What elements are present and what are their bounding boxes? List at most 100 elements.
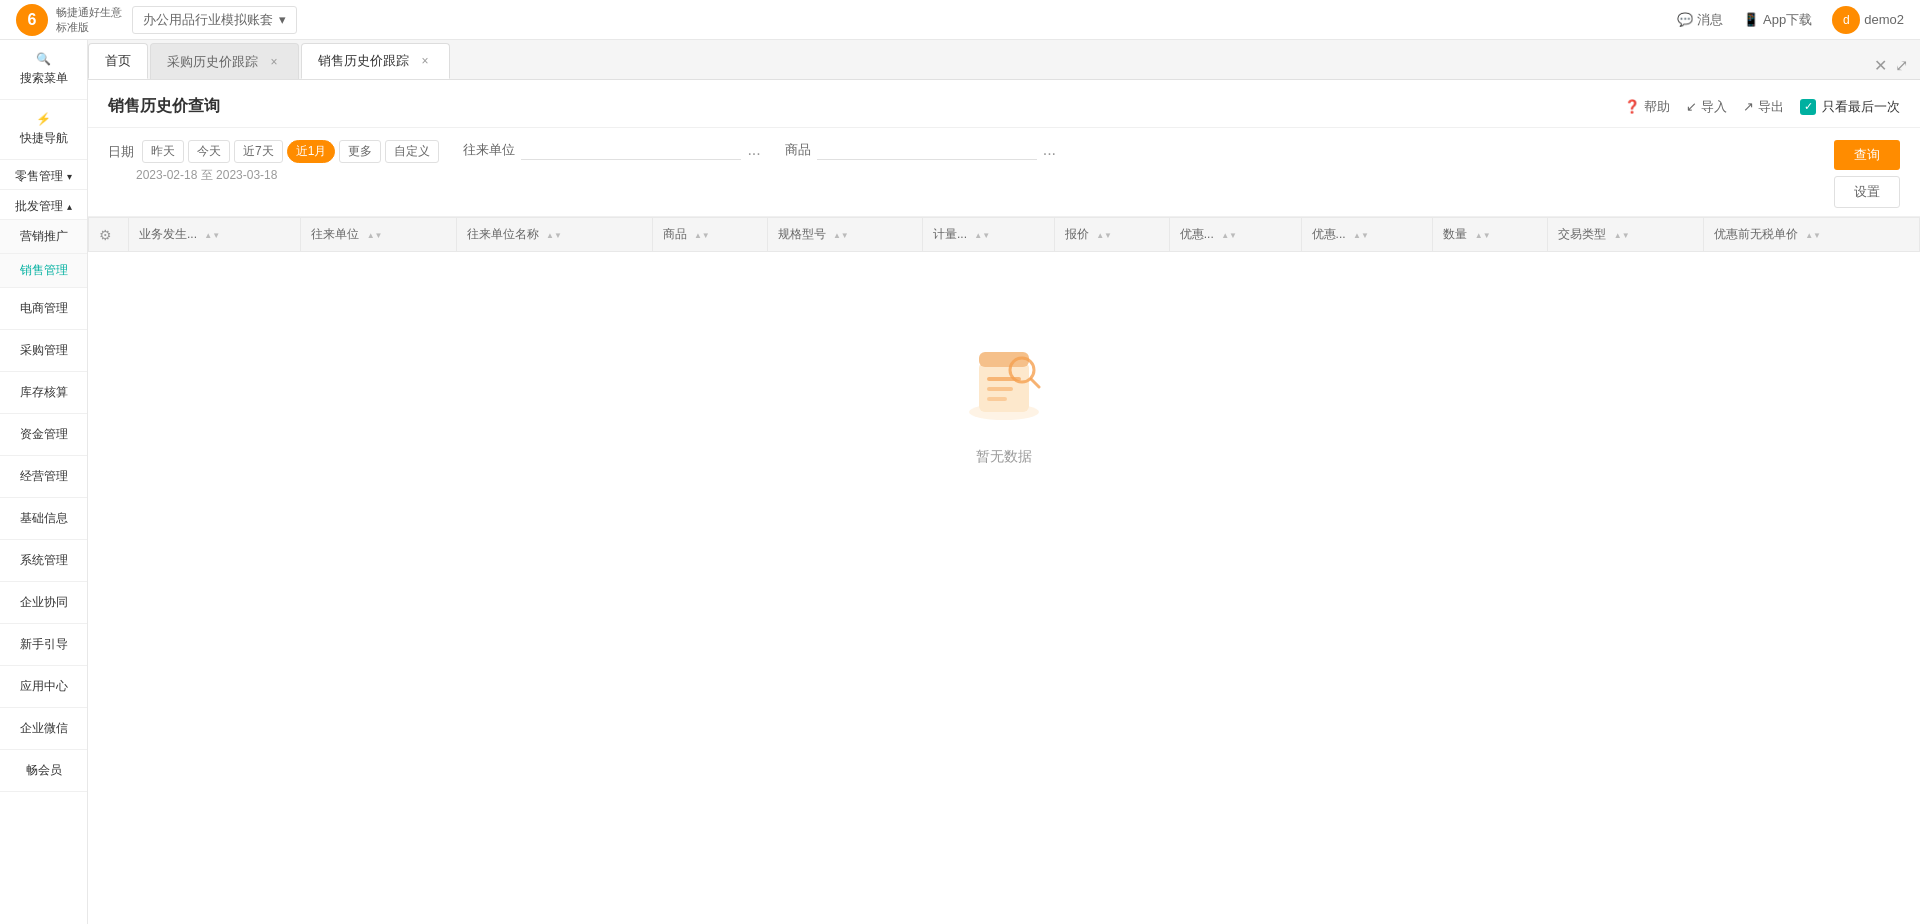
col-partner-code[interactable]: 往来单位 ▲▼ (301, 218, 456, 252)
sort-icon: ▲▼ (204, 231, 220, 240)
col-trade-type[interactable]: 交易类型 ▲▼ (1548, 218, 1703, 252)
tab-home[interactable]: 首页 (88, 43, 148, 79)
import-icon: ↙ (1686, 99, 1697, 114)
page-content: 销售历史价查询 ❓ 帮助 ↙ 导入 ↗ 导出 (88, 80, 1920, 924)
sidebar-item-enterprise-wechat[interactable]: 企业微信 (0, 708, 87, 750)
app-download-btn[interactable]: 📱 App下载 (1743, 11, 1812, 29)
sidebar-item-enterprise-collab[interactable]: 企业协同 (0, 582, 87, 624)
date-btn-today[interactable]: 今天 (188, 140, 230, 163)
svg-rect-5 (987, 397, 1007, 401)
filter-bar: 日期 昨天 今天 近7天 近1月 更多 自定义 2023-02-18 至 202… (88, 128, 1920, 217)
user-menu[interactable]: d demo2 (1832, 6, 1904, 34)
logo-area: 6 畅捷通好生意 标准版 (16, 4, 122, 36)
nav-icon: ⚡ (36, 112, 51, 126)
sidebar-item-search-menu[interactable]: 🔍 搜索菜单 (0, 40, 87, 100)
sidebar-item-ecommerce[interactable]: 电商管理 (0, 288, 87, 330)
tab-purchase-history-close[interactable]: × (266, 54, 282, 70)
chevron-down-icon: ▾ (279, 12, 286, 27)
goods-filter-group: 商品 ... (785, 140, 1056, 160)
date-btn-more[interactable]: 更多 (339, 140, 381, 163)
page-header: 销售历史价查询 ❓ 帮助 ↙ 导入 ↗ 导出 (88, 80, 1920, 128)
message-btn[interactable]: 💬 消息 (1677, 11, 1723, 29)
sort-icon: ▲▼ (1353, 231, 1369, 240)
maximize-btn[interactable]: ⤢ (1895, 56, 1908, 75)
col-goods[interactable]: 商品 ▲▼ (652, 218, 767, 252)
data-table: ⚙ 业务发生... ▲▼ 往来单位 ▲▼ 往来单位名称 (88, 217, 1920, 252)
partner-input[interactable] (521, 140, 741, 160)
sidebar-item-new-guide[interactable]: 新手引导 (0, 624, 87, 666)
top-bar-right: 💬 消息 📱 App下载 d demo2 (1677, 6, 1904, 34)
tab-sales-history-close[interactable]: × (417, 53, 433, 69)
chevron-down-icon: ▾ (67, 171, 72, 182)
col-quote[interactable]: 报价 ▲▼ (1054, 218, 1169, 252)
col-spec[interactable]: 规格型号 ▲▼ (767, 218, 922, 252)
col-partner-name[interactable]: 往来单位名称 ▲▼ (456, 218, 652, 252)
date-range-display: 2023-02-18 至 2023-03-18 (108, 167, 439, 184)
sidebar-item-app-center[interactable]: 应用中心 (0, 666, 87, 708)
gear-icon[interactable]: ⚙ (99, 227, 112, 243)
empty-state: 暂无数据 (88, 252, 1920, 546)
sidebar-item-basic-info[interactable]: 基础信息 (0, 498, 87, 540)
date-btn-yesterday[interactable]: 昨天 (142, 140, 184, 163)
sidebar-item-system[interactable]: 系统管理 (0, 540, 87, 582)
sort-icon: ▲▼ (1475, 231, 1491, 240)
content-area: 首页 采购历史价跟踪 × 销售历史价跟踪 × ✕ ⤢ 销售历史价查询 (88, 40, 1920, 924)
sidebar-item-quick-nav[interactable]: ⚡ 快捷导航 (0, 100, 87, 160)
sort-icon: ▲▼ (1096, 231, 1112, 240)
sort-icon: ▲▼ (833, 231, 849, 240)
col-quantity[interactable]: 数量 ▲▼ (1433, 218, 1548, 252)
goods-label: 商品 (785, 141, 811, 159)
sidebar-item-wholesale-mgmt[interactable]: 批发管理 ▴ (0, 190, 87, 220)
sort-icon: ▲▼ (546, 231, 562, 240)
sidebar-item-retail-mgmt[interactable]: 零售管理 ▾ (0, 160, 87, 190)
date-btn-custom[interactable]: 自定义 (385, 140, 439, 163)
col-business-date[interactable]: 业务发生... ▲▼ (129, 218, 301, 252)
empty-icon (954, 332, 1054, 432)
top-bar: 6 畅捷通好生意 标准版 办公用品行业模拟账套 ▾ 💬 消息 📱 App下载 d… (0, 0, 1920, 40)
query-btn[interactable]: 查询 (1834, 140, 1900, 170)
sidebar-item-inventory[interactable]: 库存核算 (0, 372, 87, 414)
tab-bar: 首页 采购历史价跟踪 × 销售历史价跟踪 × ✕ ⤢ (88, 40, 1920, 80)
tab-purchase-history[interactable]: 采购历史价跟踪 × (150, 43, 299, 79)
close-all-tabs-btn[interactable]: ✕ (1874, 56, 1887, 75)
tab-actions: ✕ ⤢ (1874, 56, 1920, 79)
help-btn[interactable]: ❓ 帮助 (1624, 98, 1670, 116)
col-discount2[interactable]: 优惠... ▲▼ (1301, 218, 1433, 252)
import-btn[interactable]: ↙ 导入 (1686, 98, 1727, 116)
only-latest-toggle[interactable]: 只看最后一次 (1800, 98, 1900, 116)
date-label: 日期 (108, 143, 134, 161)
date-btn-1month[interactable]: 近1月 (287, 140, 336, 163)
col-pretax-price[interactable]: 优惠前无税单价 ▲▼ (1703, 218, 1919, 252)
date-buttons: 昨天 今天 近7天 近1月 更多 自定义 (142, 140, 439, 163)
tab-sales-history[interactable]: 销售历史价跟踪 × (301, 43, 450, 79)
sort-icon: ▲▼ (1614, 231, 1630, 240)
goods-input[interactable] (817, 140, 1037, 160)
goods-dots-btn[interactable]: ... (1043, 141, 1056, 159)
col-settings: ⚙ (89, 218, 129, 252)
partner-label: 往来单位 (463, 141, 515, 159)
sidebar-item-operations[interactable]: 经营管理 (0, 456, 87, 498)
sidebar: 🔍 搜索菜单 ⚡ 快捷导航 零售管理 ▾ 批发管理 ▴ 营销推广 销售管理 电商… (0, 40, 88, 924)
main-layout: 🔍 搜索菜单 ⚡ 快捷导航 零售管理 ▾ 批发管理 ▴ 营销推广 销售管理 电商… (0, 40, 1920, 924)
sidebar-item-sales-mgmt[interactable]: 销售管理 (0, 254, 87, 288)
logo-icon: 6 (16, 4, 48, 36)
help-icon: ❓ (1624, 99, 1640, 114)
partner-dots-btn[interactable]: ... (747, 141, 760, 159)
export-btn[interactable]: ↗ 导出 (1743, 98, 1784, 116)
sort-icon: ▲▼ (1221, 231, 1237, 240)
sidebar-item-purchase[interactable]: 采购管理 (0, 330, 87, 372)
top-bar-left: 6 畅捷通好生意 标准版 办公用品行业模拟账套 ▾ (16, 4, 297, 36)
sidebar-item-finance[interactable]: 资金管理 (0, 414, 87, 456)
col-discount1[interactable]: 优惠... ▲▼ (1169, 218, 1301, 252)
filter-actions: 查询 设置 (1834, 140, 1900, 208)
date-btn-7days[interactable]: 近7天 (234, 140, 283, 163)
partner-filter-group: 往来单位 ... (463, 140, 760, 160)
sidebar-item-vip[interactable]: 畅会员 (0, 750, 87, 792)
search-icon: 🔍 (36, 52, 51, 66)
settings-btn[interactable]: 设置 (1834, 176, 1900, 208)
col-unit[interactable]: 计量... ▲▼ (922, 218, 1054, 252)
app-selector[interactable]: 办公用品行业模拟账套 ▾ (132, 6, 297, 34)
only-latest-checkbox[interactable] (1800, 99, 1816, 115)
empty-text: 暂无数据 (976, 448, 1032, 466)
sidebar-item-marketing[interactable]: 营销推广 (0, 220, 87, 254)
